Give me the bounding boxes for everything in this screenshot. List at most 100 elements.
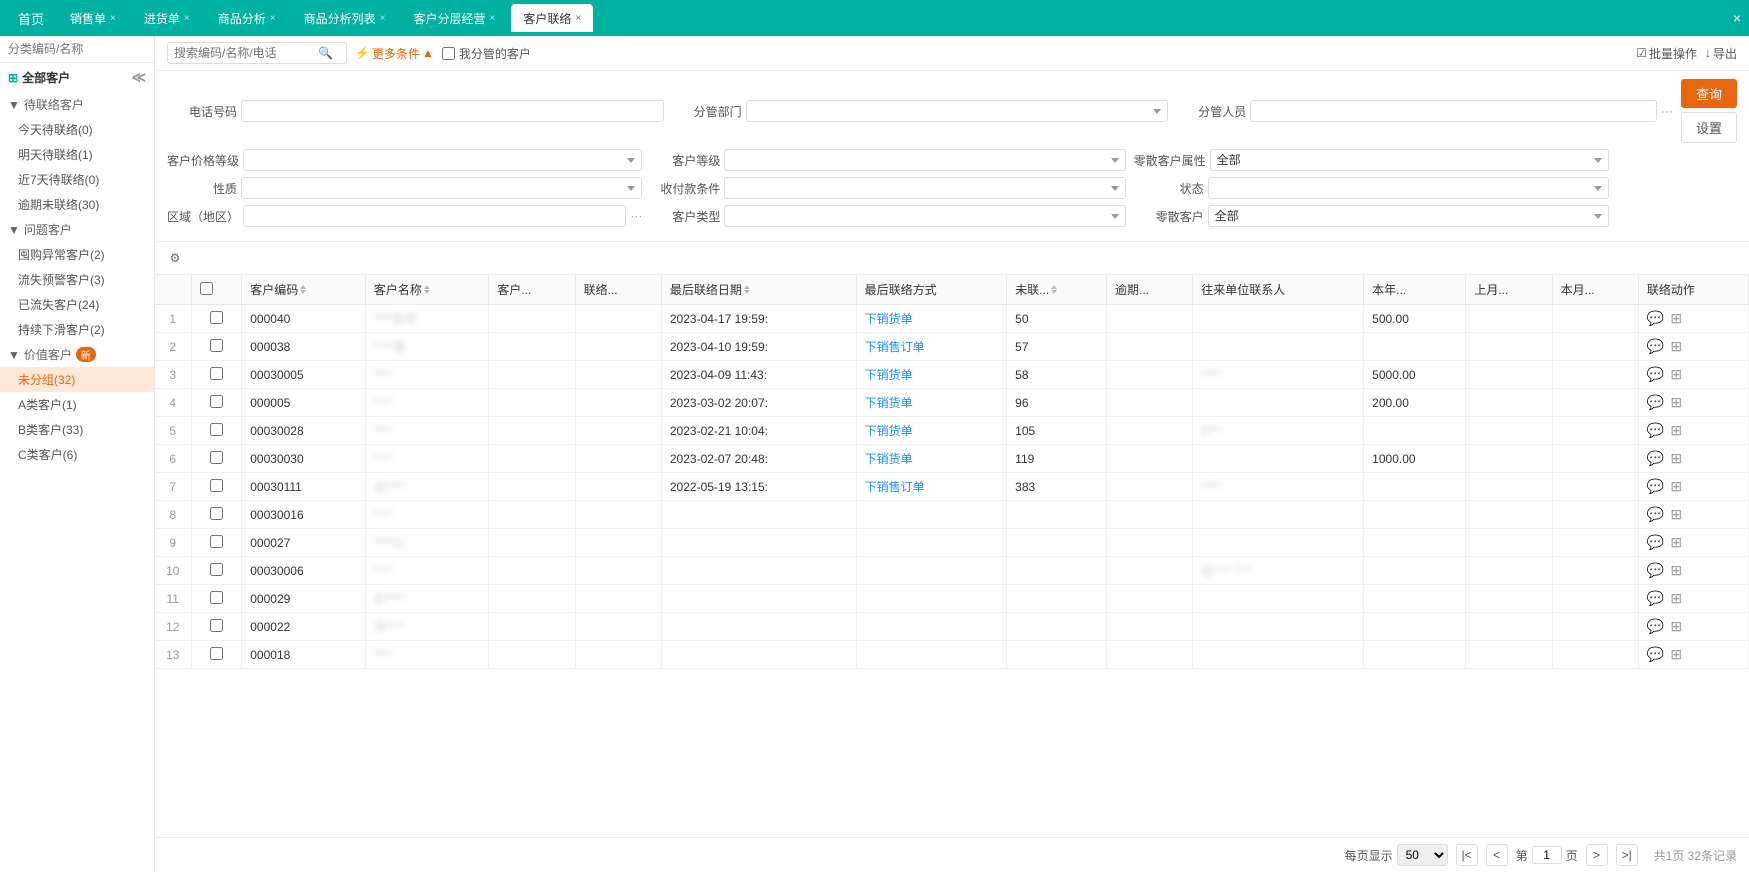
grid-action-icon-10[interactable]: ⊞ [1670, 590, 1682, 607]
sidebar-item-a-class[interactable]: A类客户(1) [0, 392, 154, 417]
filter-price-level-select[interactable] [243, 149, 642, 171]
chat-action-icon-0[interactable]: 💬 [1647, 310, 1664, 327]
filter-type-select[interactable] [724, 205, 1125, 227]
row-checkbox-9[interactable] [210, 563, 223, 576]
batch-ops-btn[interactable]: ☑ 批量操作 [1636, 45, 1697, 62]
chat-action-icon-4[interactable]: 💬 [1647, 422, 1664, 439]
table-settings-btn[interactable]: ⚙ [163, 246, 187, 270]
filter-retail-customer-select[interactable]: 全部 [1208, 205, 1609, 227]
sidebar-collapse-icon[interactable]: ≪ [131, 69, 146, 86]
page-size-select[interactable]: 50 100 200 [1397, 844, 1448, 866]
row-checkbox-11[interactable] [210, 619, 223, 632]
sidebar-search-input[interactable] [8, 42, 155, 56]
filter-person-input[interactable] [1250, 100, 1657, 122]
page-number-input[interactable] [1532, 846, 1562, 864]
close-customer-mgmt-tab-icon[interactable]: × [489, 13, 495, 24]
filter-customer-level-select[interactable] [724, 149, 1125, 171]
row-checkbox-2[interactable] [210, 367, 223, 380]
nav-home[interactable]: 首页 [8, 9, 54, 28]
grid-action-icon-1[interactable]: ⊞ [1670, 338, 1682, 355]
row-checkbox-1[interactable] [210, 339, 223, 352]
sidebar-item-churned[interactable]: 已流失客户(24) [0, 292, 154, 317]
filter-person-dots[interactable]: ··· [1661, 104, 1673, 118]
search-input[interactable] [174, 46, 314, 60]
row-checkbox-8[interactable] [210, 535, 223, 548]
chat-action-icon-11[interactable]: 💬 [1647, 618, 1664, 635]
sidebar-item-b-class[interactable]: B类客户(33) [0, 417, 154, 442]
next-page-btn[interactable]: > [1586, 844, 1608, 866]
row-checkbox-12[interactable] [210, 647, 223, 660]
row-checkbox-0[interactable] [210, 311, 223, 324]
row-checkbox-6[interactable] [210, 479, 223, 492]
select-all-checkbox[interactable] [200, 282, 213, 295]
sidebar-item-c-class[interactable]: C类客户(6) [0, 442, 154, 467]
filter-phone-input[interactable] [241, 100, 664, 122]
search-icon[interactable]: 🔍 [318, 46, 333, 60]
sidebar-group-problem[interactable]: ▼ 问题客户 [0, 217, 154, 242]
filter-region-dots[interactable]: ··· [630, 209, 642, 223]
grid-action-icon-5[interactable]: ⊞ [1670, 450, 1682, 467]
chat-action-icon-10[interactable]: 💬 [1647, 590, 1664, 607]
filter-status-select[interactable] [1208, 177, 1609, 199]
last-page-btn[interactable]: >| [1616, 844, 1638, 866]
chat-action-icon-9[interactable]: 💬 [1647, 562, 1664, 579]
close-all-tabs-icon[interactable]: × [1733, 10, 1741, 26]
close-purchase-tab-icon[interactable]: × [184, 13, 190, 24]
grid-action-icon-0[interactable]: ⊞ [1670, 310, 1682, 327]
chat-action-icon-1[interactable]: 💬 [1647, 338, 1664, 355]
grid-action-icon-8[interactable]: ⊞ [1670, 534, 1682, 551]
sidebar-all-customers[interactable]: ⊞ 全部客户 ≪ [0, 63, 154, 92]
nav-tab-customer-mgmt[interactable]: 客户分层经营 × [401, 4, 507, 32]
row-checkbox-5[interactable] [210, 451, 223, 464]
sidebar-item-ungrouped[interactable]: 未分组(32) [0, 367, 154, 392]
nav-tab-analysis[interactable]: 商品分析 × [206, 4, 288, 32]
close-customer-contact-tab-icon[interactable]: × [575, 13, 581, 24]
filter-dept-select[interactable] [746, 100, 1169, 122]
row-checkbox-3[interactable] [210, 395, 223, 408]
nav-tab-purchase[interactable]: 进货单 × [132, 4, 202, 32]
sidebar-item-abnormal[interactable]: 囤购异常客户(2) [0, 242, 154, 267]
grid-action-icon-12[interactable]: ⊞ [1670, 646, 1682, 663]
sidebar-group-value[interactable]: ▼ 价值客户 新 [0, 342, 154, 367]
close-analysis-list-tab-icon[interactable]: × [380, 13, 386, 24]
sidebar-item-today[interactable]: 今天待联络(0) [0, 117, 154, 142]
first-page-btn[interactable]: |< [1456, 844, 1478, 866]
grid-action-icon-7[interactable]: ⊞ [1670, 506, 1682, 523]
nav-tab-analysis-list[interactable]: 商品分析列表 × [292, 4, 398, 32]
chat-action-icon-2[interactable]: 💬 [1647, 366, 1664, 383]
sidebar-item-tomorrow[interactable]: 明天待联络(1) [0, 142, 154, 167]
query-btn[interactable]: 查询 [1681, 79, 1737, 108]
grid-action-icon-4[interactable]: ⊞ [1670, 422, 1682, 439]
grid-action-icon-9[interactable]: ⊞ [1670, 562, 1682, 579]
reset-btn[interactable]: 设置 [1681, 112, 1737, 143]
row-checkbox-4[interactable] [210, 423, 223, 436]
chat-action-icon-7[interactable]: 💬 [1647, 506, 1664, 523]
chat-action-icon-6[interactable]: 💬 [1647, 478, 1664, 495]
sidebar-item-7days[interactable]: 近7天待联络(0) [0, 167, 154, 192]
sidebar-item-overdue[interactable]: 逾期未联络(30) [0, 192, 154, 217]
row-checkbox-10[interactable] [210, 591, 223, 604]
row-checkbox-7[interactable] [210, 507, 223, 520]
grid-action-icon-2[interactable]: ⊞ [1670, 366, 1682, 383]
grid-action-icon-11[interactable]: ⊞ [1670, 618, 1682, 635]
filter-retail-attr-select[interactable]: 全部 [1210, 149, 1609, 171]
close-sales-tab-icon[interactable]: × [110, 13, 116, 24]
filter-payment-select[interactable] [724, 177, 1125, 199]
chat-action-icon-12[interactable]: 💬 [1647, 646, 1664, 663]
chat-action-icon-5[interactable]: 💬 [1647, 450, 1664, 467]
prev-page-btn[interactable]: < [1486, 844, 1508, 866]
export-btn[interactable]: ↓ 导出 [1705, 45, 1737, 62]
filter-nature-select[interactable] [241, 177, 642, 199]
grid-action-icon-6[interactable]: ⊞ [1670, 478, 1682, 495]
close-analysis-tab-icon[interactable]: × [270, 13, 276, 24]
nav-tab-customer-contact[interactable]: 客户联络 × [511, 4, 593, 32]
sidebar-item-churn-warn[interactable]: 流失预警客户(3) [0, 267, 154, 292]
filter-region-input[interactable] [243, 205, 626, 227]
nav-tab-sales[interactable]: 销售单 × [58, 4, 128, 32]
sidebar-group-pending[interactable]: ▼ 待联络客户 [0, 92, 154, 117]
chat-action-icon-8[interactable]: 💬 [1647, 534, 1664, 551]
grid-action-icon-3[interactable]: ⊞ [1670, 394, 1682, 411]
sidebar-item-declining[interactable]: 持续下滑客户(2) [0, 317, 154, 342]
more-conditions-btn[interactable]: ⚡ 更多条件 ▲ [355, 45, 434, 62]
chat-action-icon-3[interactable]: 💬 [1647, 394, 1664, 411]
